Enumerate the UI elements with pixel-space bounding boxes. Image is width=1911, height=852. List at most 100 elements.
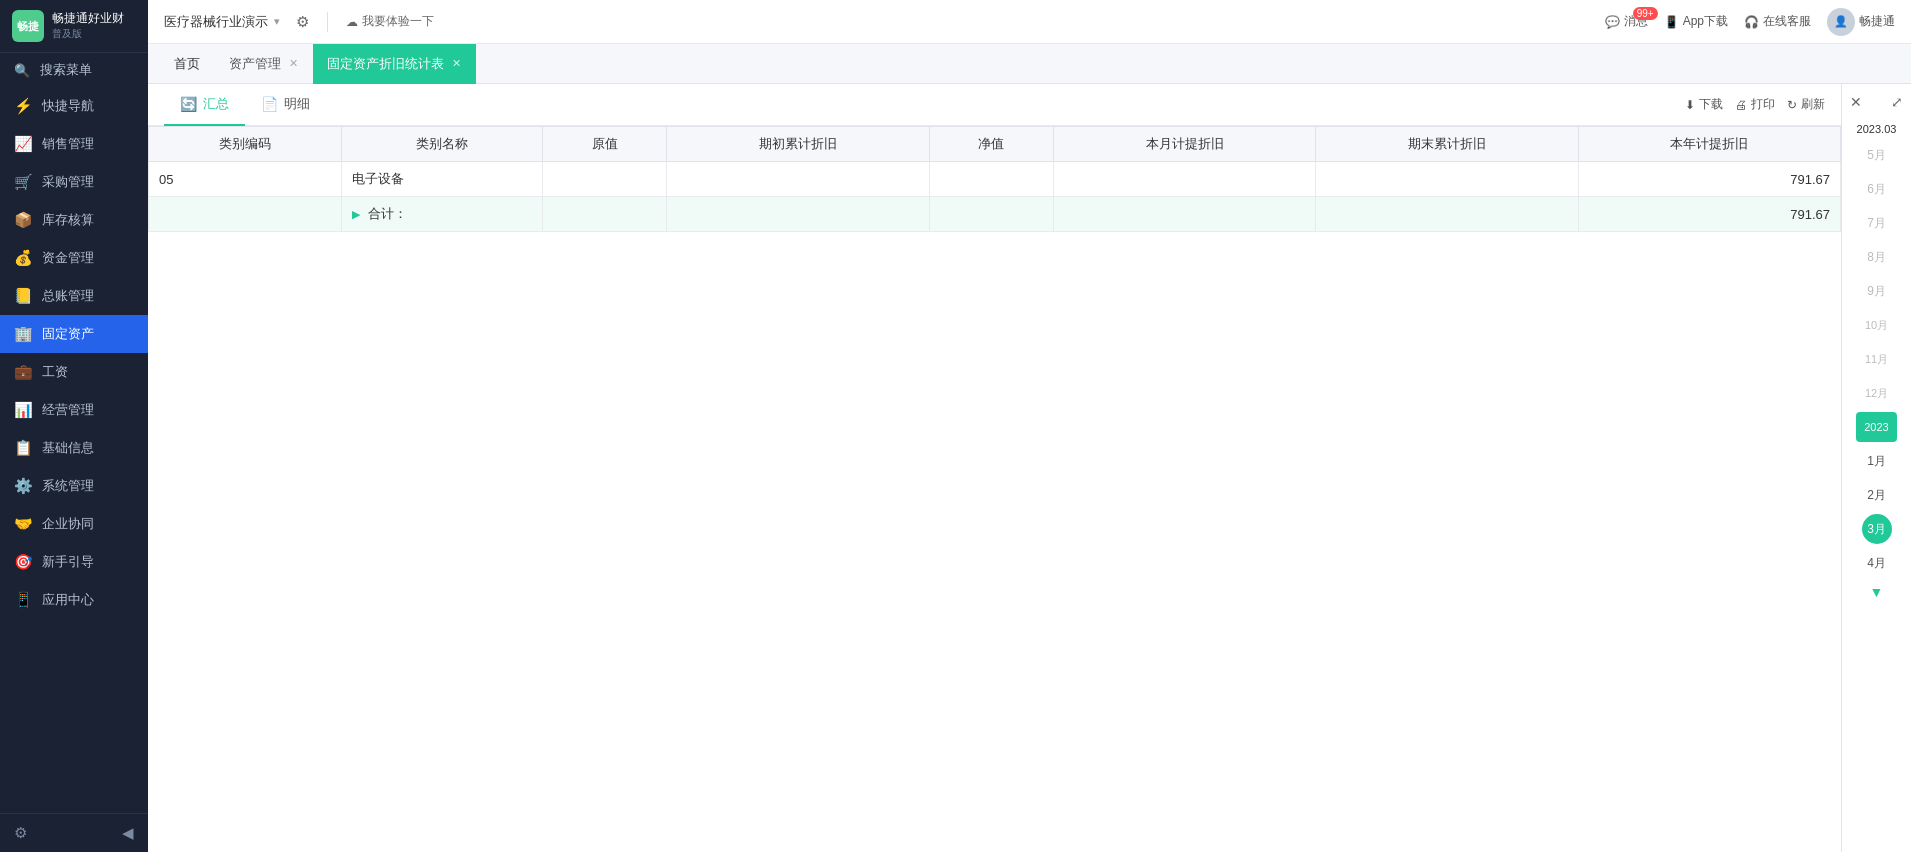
sidebar-item-finance[interactable]: 💰 资金管理 <box>0 239 148 277</box>
message-badge: 99+ <box>1633 7 1658 20</box>
experience-label: 我要体验一下 <box>362 13 434 30</box>
month-12[interactable]: 12月 <box>1862 378 1892 408</box>
panel-close-icon[interactable]: ✕ <box>1850 94 1862 110</box>
sidebar-item-fixed-assets[interactable]: 🏢 固定资产 <box>0 315 148 353</box>
print-btn[interactable]: 🖨 打印 <box>1735 96 1775 113</box>
app-name: 畅捷通好业财 <box>52 11 124 27</box>
logo-icon: 畅捷 <box>12 10 44 42</box>
sidebar-item-payroll[interactable]: 💼 工资 <box>0 353 148 391</box>
summary-expand-icon[interactable]: ▶ <box>352 208 360 220</box>
subtab-detail[interactable]: 📄 明细 <box>245 84 326 126</box>
sidebar-item-app-center[interactable]: 📱 应用中心 <box>0 581 148 619</box>
search-icon: 🔍 <box>14 63 30 78</box>
col-header-monthly-depr: 本月计提折旧 <box>1054 127 1316 162</box>
sidebar-item-operations[interactable]: 📊 经营管理 <box>0 391 148 429</box>
sidebar-label-basic-info: 基础信息 <box>42 439 94 457</box>
sidebar-search-label: 搜索菜单 <box>40 61 92 79</box>
month-4[interactable]: 4月 <box>1862 548 1892 578</box>
right-panel-header: ✕ ⤢ <box>1842 90 1911 114</box>
cell-ending-accum <box>1316 162 1578 197</box>
print-icon: 🖨 <box>1735 98 1747 112</box>
sidebar-item-ledger[interactable]: 📒 总账管理 <box>0 277 148 315</box>
month-5[interactable]: 5月 <box>1862 140 1892 170</box>
summary-beginning-accum <box>667 197 929 232</box>
content-main: 🔄 汇总 📄 明细 ⬇ 下载 🖨 打印 <box>148 84 1841 852</box>
sidebar: 畅捷 畅捷通好业财 普及版 🔍 搜索菜单 ⚡ 快捷导航 📈 销售管理 🛒 采购管… <box>0 0 148 852</box>
app-download-btn[interactable]: 📱 App下载 <box>1664 13 1728 30</box>
collapse-icon[interactable]: ◀ <box>122 824 134 842</box>
sidebar-item-inventory[interactable]: 📦 库存核算 <box>0 201 148 239</box>
box-icon: 📦 <box>14 211 32 229</box>
month-7[interactable]: 7月 <box>1862 208 1892 238</box>
panel-expand-icon[interactable]: ⤢ <box>1891 94 1903 110</box>
tab-depreciation-report-close-icon[interactable]: ✕ <box>452 57 461 70</box>
cart-icon: 🛒 <box>14 173 32 191</box>
month-2[interactable]: 2月 <box>1862 480 1892 510</box>
message-btn[interactable]: 💬 消息 99+ <box>1605 13 1648 30</box>
sidebar-item-quick-nav[interactable]: ⚡ 快捷导航 <box>0 87 148 125</box>
cell-net <box>929 162 1054 197</box>
target-icon: 🎯 <box>14 553 32 571</box>
sidebar-item-enterprise[interactable]: 🤝 企业协同 <box>0 505 148 543</box>
online-service-btn[interactable]: 🎧 在线客服 <box>1744 13 1811 30</box>
sidebar-item-sales[interactable]: 📈 销售管理 <box>0 125 148 163</box>
table-wrapper: 类别编码 类别名称 原值 期初累计折旧 净值 本月计提折旧 期末累计折旧 本年计… <box>148 126 1841 852</box>
avatar: 👤 <box>1827 8 1855 36</box>
month-1[interactable]: 1月 <box>1862 446 1892 476</box>
tab-home-label: 首页 <box>174 55 200 73</box>
month-6[interactable]: 6月 <box>1862 174 1892 204</box>
nav-down-arrow[interactable]: ▼ <box>1842 580 1911 604</box>
year-badge[interactable]: 2023 <box>1856 412 1896 442</box>
chart-icon: 📈 <box>14 135 32 153</box>
sidebar-item-system[interactable]: ⚙️ 系统管理 <box>0 467 148 505</box>
company-chevron-icon: ▾ <box>274 15 280 28</box>
experience-btn[interactable]: ☁ 我要体验一下 <box>346 13 434 30</box>
book-icon: 📒 <box>14 287 32 305</box>
tab-depreciation-report[interactable]: 固定资产折旧统计表 ✕ <box>313 44 476 84</box>
tab-home[interactable]: 首页 <box>160 44 215 84</box>
settings-bottom-icon[interactable]: ⚙ <box>14 824 27 842</box>
topbar-right: 💬 消息 99+ 📱 App下载 🎧 在线客服 👤 畅捷通 <box>1605 8 1895 36</box>
sidebar-label-purchase: 采购管理 <box>42 173 94 191</box>
month-10[interactable]: 10月 <box>1862 310 1892 340</box>
col-header-net: 净值 <box>929 127 1054 162</box>
col-header-code: 类别编码 <box>149 127 342 162</box>
headset-icon: 🎧 <box>1744 15 1759 29</box>
sidebar-item-search[interactable]: 🔍 搜索菜单 <box>0 53 148 87</box>
summary-icon: 🔄 <box>180 96 197 112</box>
month-11[interactable]: 11月 <box>1862 344 1892 374</box>
app-version: 普及版 <box>52 27 124 41</box>
subtab-detail-label: 明细 <box>284 95 310 113</box>
topbar-settings-icon[interactable]: ⚙ <box>296 13 309 31</box>
sidebar-item-purchase[interactable]: 🛒 采购管理 <box>0 163 148 201</box>
sidebar-item-guide[interactable]: 🎯 新手引导 <box>0 543 148 581</box>
gear-icon: ⚙️ <box>14 477 32 495</box>
main-area: 医疗器械行业演示 ▾ ⚙ ☁ 我要体验一下 💬 消息 99+ 📱 App下载 🎧… <box>148 0 1911 852</box>
sidebar-label-system: 系统管理 <box>42 477 94 495</box>
sidebar-label-inventory: 库存核算 <box>42 211 94 229</box>
month-3-active[interactable]: 3月 <box>1862 514 1892 544</box>
cloud-icon: ☁ <box>346 15 358 29</box>
print-label: 打印 <box>1751 96 1775 113</box>
subtab-summary[interactable]: 🔄 汇总 <box>164 84 245 126</box>
tab-asset-mgmt[interactable]: 资产管理 ✕ <box>215 44 313 84</box>
bar-chart-icon: 📊 <box>14 401 32 419</box>
subtabs-right: ⬇ 下载 🖨 打印 ↻ 刷新 <box>1685 96 1825 113</box>
sidebar-label-app-center: 应用中心 <box>42 591 94 609</box>
company-selector[interactable]: 医疗器械行业演示 ▾ <box>164 13 280 31</box>
tab-asset-mgmt-close-icon[interactable]: ✕ <box>289 57 298 70</box>
month-9[interactable]: 9月 <box>1862 276 1892 306</box>
col-header-annual-depr: 本年计提折旧 <box>1578 127 1840 162</box>
username: 畅捷通 <box>1859 13 1895 30</box>
refresh-btn[interactable]: ↻ 刷新 <box>1787 96 1825 113</box>
download-btn[interactable]: ⬇ 下载 <box>1685 96 1723 113</box>
table-row: 05 电子设备 791.67 <box>149 162 1841 197</box>
sidebar-logo: 畅捷 畅捷通好业财 普及版 <box>0 0 148 53</box>
month-8[interactable]: 8月 <box>1862 242 1892 272</box>
user-profile-btn[interactable]: 👤 畅捷通 <box>1827 8 1895 36</box>
sidebar-item-basic-info[interactable]: 📋 基础信息 <box>0 429 148 467</box>
logo-text-group: 畅捷通好业财 普及版 <box>52 11 124 41</box>
summary-text: 合计： <box>368 206 407 221</box>
download-label: 下载 <box>1699 96 1723 113</box>
handshake-icon: 🤝 <box>14 515 32 533</box>
